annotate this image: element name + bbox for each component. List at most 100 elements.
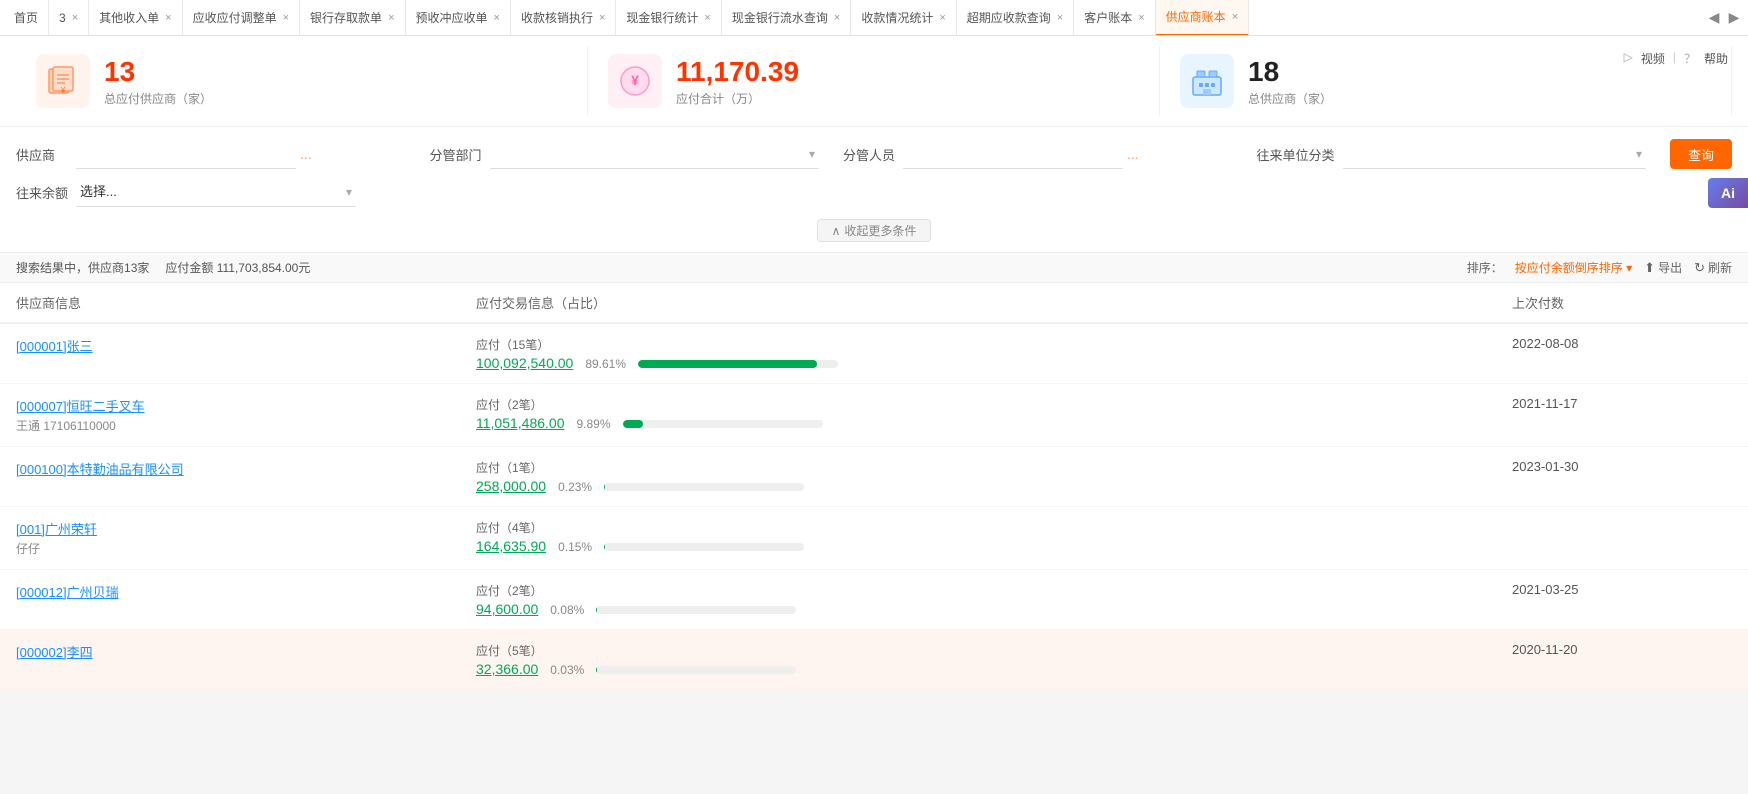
transaction-cell-4: 应付（2笔）94,600.000.08% xyxy=(476,582,1512,617)
supplier-cell-2: [000100]本特勤油品有限公司 xyxy=(16,459,476,478)
nav-tab-bank-deposit[interactable]: 银行存取款单× xyxy=(300,0,405,36)
total-suppliers-value: 18 xyxy=(1248,55,1332,89)
bar-fill-2 xyxy=(604,483,605,491)
supplier-dots-btn[interactable]: ... xyxy=(300,146,312,162)
total-payable-info: 11,170.39 应付合计（万） xyxy=(676,55,799,108)
total-suppliers-icon xyxy=(1180,54,1234,108)
tab-close-ar-ap-adjust[interactable]: × xyxy=(283,12,289,24)
category-select[interactable] xyxy=(1343,139,1646,169)
video-icon: ▷ xyxy=(1624,50,1633,67)
tx-amount-link-0[interactable]: 100,092,540.00 xyxy=(476,355,573,371)
bar-container-0 xyxy=(638,360,846,368)
bar-container-1 xyxy=(623,420,831,428)
tx-amount-link-4[interactable]: 94,600.00 xyxy=(476,601,538,617)
refresh-button[interactable]: ↻ 刷新 xyxy=(1694,259,1732,276)
result-text-amount: 应付金额 111,703,854.00元 xyxy=(165,259,310,276)
tab-close-other-income[interactable]: × xyxy=(165,12,171,24)
supplier-link-0[interactable]: [000001]张三 xyxy=(16,339,93,354)
top-right-links: ▷ 视频 | ？ 帮助 xyxy=(1624,50,1728,67)
lastpay-date-2: 2023-01-30 xyxy=(1512,459,1579,474)
ai-button[interactable]: Ai xyxy=(1708,178,1748,208)
supplier-cell-0: [000001]张三 xyxy=(16,336,476,355)
department-label: 分管部门 xyxy=(430,145,482,164)
refresh-icon: ↻ xyxy=(1694,260,1705,276)
balance-select[interactable]: 选择... xyxy=(76,177,356,207)
tx-amount-row-2: 258,000.00 0.23% xyxy=(476,478,1512,494)
tab-close-tab3[interactable]: × xyxy=(72,12,78,24)
nav-tab-cash-bank-flow[interactable]: 现金银行流水查询× xyxy=(722,0,851,36)
tab-close-cash-bank-stats[interactable]: × xyxy=(704,12,710,24)
supplier-link-2[interactable]: [000100]本特勤油品有限公司 xyxy=(16,462,184,477)
collapse-label: 收起更多条件 xyxy=(844,222,916,239)
person-input[interactable] xyxy=(903,139,1123,169)
nav-tab-receipt-verify[interactable]: 收款核销执行× xyxy=(511,0,616,36)
tx-percentage-4: 0.08% xyxy=(550,603,584,617)
table-row: [001]广州荣轩仔仔应付（4笔）164,635.900.15% xyxy=(0,507,1748,570)
tab-close-receipt-verify[interactable]: × xyxy=(599,12,605,24)
tx-label-3: 应付（4笔） xyxy=(476,519,1512,536)
data-table: 供应商信息 应付交易信息（占比） 上次付数 [000001]张三应付（15笔）1… xyxy=(0,283,1748,690)
tx-amount-link-1[interactable]: 11,051,486.00 xyxy=(476,415,565,431)
tab-close-cash-bank-flow[interactable]: × xyxy=(834,12,840,24)
nav-tab-home[interactable]: 首页 xyxy=(4,0,49,36)
nav-tab-supplier-ledger[interactable]: 供应商账本× xyxy=(1156,0,1249,36)
tx-amount-link-3[interactable]: 164,635.90 xyxy=(476,538,546,554)
tab-close-bank-deposit[interactable]: × xyxy=(388,12,394,24)
video-link[interactable]: 视频 xyxy=(1641,50,1665,67)
nav-tab-overdue-ar[interactable]: 超期应收款查询× xyxy=(957,0,1074,36)
tx-percentage-2: 0.23% xyxy=(558,480,592,494)
tab-close-receipt-stats[interactable]: × xyxy=(939,12,945,24)
tx-amount-link-2[interactable]: 258,000.00 xyxy=(476,478,546,494)
supplier-input[interactable] xyxy=(76,139,296,169)
header-supplier-info: 供应商信息 xyxy=(16,293,476,312)
table-row: [000100]本特勤油品有限公司 应付（1笔） 258,000.00 0.23% 20… xyxy=(0,447,1748,507)
lastpay-cell-0: 2022-08-08 xyxy=(1512,336,1732,351)
nav-tab-cash-bank-stats[interactable]: 现金银行统计× xyxy=(616,0,721,36)
lastpay-cell-4: 2021-03-25 xyxy=(1512,582,1732,597)
tab-close-supplier-ledger[interactable]: × xyxy=(1232,11,1238,23)
tx-percentage-0: 89.61% xyxy=(585,357,626,371)
nav-tab-ar-ap-adjust[interactable]: 应收应付调整单× xyxy=(183,0,300,36)
help-link[interactable]: 帮助 xyxy=(1704,50,1728,67)
supplier-link-1[interactable]: [000007]恒旺二手叉车 xyxy=(16,399,145,414)
supplier-link-5[interactable]: [000002]李四 xyxy=(16,645,93,660)
export-button[interactable]: ⬆ 导出 xyxy=(1644,259,1682,276)
nav-tab-pre-collect[interactable]: 预收冲应收单× xyxy=(406,0,511,36)
total-payable-icon: ¥ xyxy=(608,54,662,108)
results-right: 排序： 按应付余额倒序排序 ▾ ⬆ 导出 ↻ 刷新 xyxy=(1467,259,1732,276)
tx-amount-row-4: 94,600.00 0.08% xyxy=(476,601,1512,617)
department-select[interactable] xyxy=(490,139,819,169)
tab-close-customer-ledger[interactable]: × xyxy=(1138,12,1144,24)
filter-department: 分管部门 ▾ xyxy=(430,139,820,169)
lastpay-cell-5: 2020-11-20 xyxy=(1512,642,1732,657)
supplier-subinfo-1: 王通 17106110000 xyxy=(16,417,476,434)
summary-card-payable-suppliers: ¥ 13 总应付供应商（家） xyxy=(16,46,588,116)
nav-tab-tab3[interactable]: 3× xyxy=(49,0,89,36)
sort-value[interactable]: 按应付余额倒序排序 ▾ xyxy=(1515,259,1632,276)
collapse-button[interactable]: ∧ 收起更多条件 xyxy=(817,219,932,242)
tx-amount-row-0: 100,092,540.00 89.61% xyxy=(476,355,1512,371)
tab-close-overdue-ar[interactable]: × xyxy=(1057,12,1063,24)
nav-right-arrow[interactable]: ▶ xyxy=(1724,0,1744,36)
tab-close-pre-collect[interactable]: × xyxy=(494,12,500,24)
nav-left-arrow[interactable]: ◀ xyxy=(1704,0,1724,36)
person-dots-btn[interactable]: ... xyxy=(1127,146,1139,162)
nav-tab-other-income[interactable]: 其他收入单× xyxy=(89,0,182,36)
payable-suppliers-label: 总应付供应商（家） xyxy=(104,90,212,107)
bar-container-3 xyxy=(604,543,812,551)
nav-tab-receipt-stats[interactable]: 收款情况统计× xyxy=(851,0,956,36)
table-body: [000001]张三 应付（15笔） 100,092,540.00 89.61% 202… xyxy=(0,324,1748,690)
tx-label-5: 应付（5笔） xyxy=(476,642,1512,659)
header-transaction-info: 应付交易信息（占比） xyxy=(476,293,1512,312)
tx-label-2: 应付（1笔） xyxy=(476,459,1512,476)
query-button[interactable]: 查询 xyxy=(1670,139,1732,169)
tx-amount-link-5[interactable]: 32,366.00 xyxy=(476,661,538,677)
nav-tab-customer-ledger[interactable]: 客户账本× xyxy=(1074,0,1155,36)
tx-label-0: 应付（15笔） xyxy=(476,336,1512,353)
ai-label: Ai xyxy=(1721,185,1735,201)
bar-container-2 xyxy=(604,483,812,491)
supplier-link-4[interactable]: [000012]广州贝瑞 xyxy=(16,585,119,600)
bar-fill-1 xyxy=(623,420,643,428)
collapse-row: ∧ 收起更多条件 xyxy=(16,215,1732,244)
supplier-link-3[interactable]: [001]广州荣轩 xyxy=(16,522,97,537)
